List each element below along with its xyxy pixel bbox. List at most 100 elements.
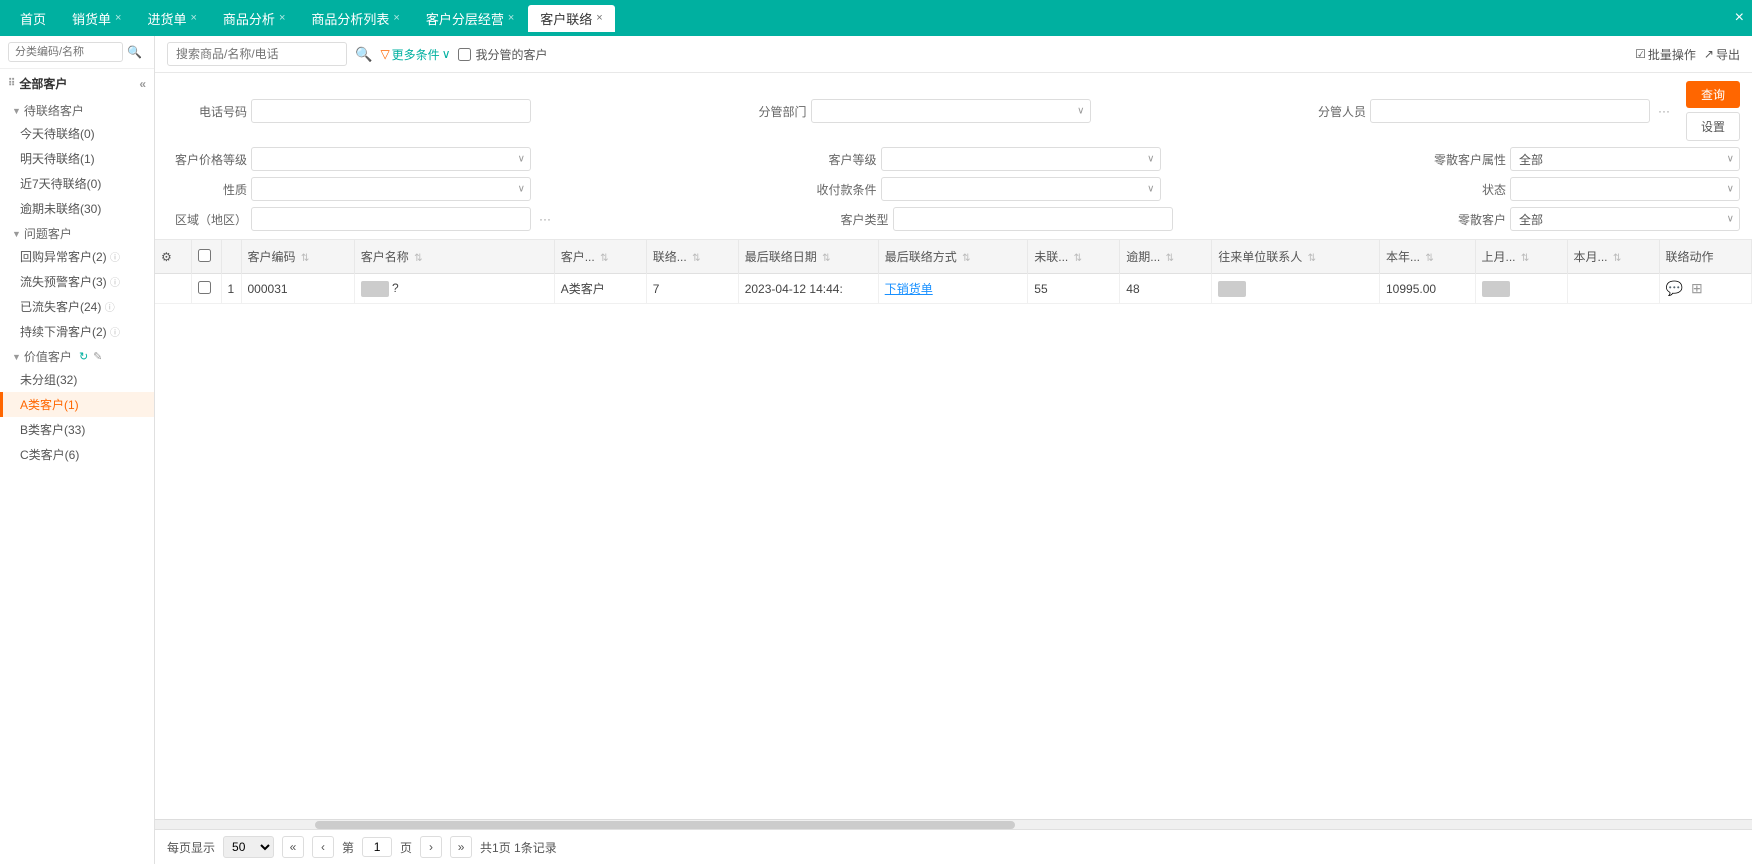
- col-this-month[interactable]: 本月... ⇅: [1567, 240, 1659, 274]
- dots-icon[interactable]: ···: [535, 212, 555, 226]
- dots-icon[interactable]: ···: [1654, 104, 1674, 118]
- row-last-method-cell[interactable]: 下销货单: [878, 274, 1028, 304]
- sidebar-item-today[interactable]: 今天待联络(0): [0, 121, 154, 146]
- customer-level-label: 客户等级: [797, 151, 877, 168]
- query-btn[interactable]: 查询: [1686, 81, 1740, 108]
- close-icon[interactable]: ×: [279, 12, 285, 24]
- collapse-icon[interactable]: «: [139, 77, 146, 91]
- row-action-cell[interactable]: 💬 ⊞: [1659, 274, 1752, 304]
- phone-input[interactable]: [251, 99, 531, 123]
- sidebar-item-overdue[interactable]: 逾期未联络(30): [0, 196, 154, 221]
- batch-action-btn[interactable]: ☑ 批量操作: [1635, 46, 1696, 63]
- retail-customer-select[interactable]: [1510, 207, 1740, 231]
- nav-tab-customer-contact[interactable]: 客户联络 ×: [528, 5, 614, 32]
- h-scrollbar[interactable]: [155, 819, 1752, 829]
- close-icon[interactable]: ×: [393, 12, 399, 24]
- sort-icon: ⇅: [1521, 253, 1529, 264]
- sidebar-item-churn-warning[interactable]: 流失预警客户(3) ⓘ: [0, 269, 154, 294]
- main-layout: 🔍 ⠿ 全部客户 « ▼ 待联络客户 今天待联络(0) 明天待联络(1) 近7天…: [0, 36, 1752, 864]
- sidebar-item-7days[interactable]: 近7天待联络(0): [0, 171, 154, 196]
- edit-icon[interactable]: ✎: [93, 350, 102, 363]
- sidebar-item-a-class[interactable]: A类客户(1): [0, 392, 154, 417]
- sidebar-item-declining[interactable]: 持续下滑客户(2) ⓘ: [0, 319, 154, 344]
- select-all-checkbox[interactable]: [198, 249, 211, 262]
- nav-tab-purchase[interactable]: 进货单 ×: [135, 5, 208, 32]
- more-filters-btn[interactable]: ▽ 更多条件 ∨: [380, 46, 450, 63]
- customer-type-input[interactable]: [893, 207, 1173, 231]
- table-area: ⚙ 客户编码 ⇅ 客户名称: [155, 240, 1752, 829]
- close-icon[interactable]: ×: [115, 12, 121, 24]
- col-checkbox[interactable]: [191, 240, 221, 274]
- my-customers-filter[interactable]: 我分管的客户: [458, 46, 547, 63]
- col-level[interactable]: 客户... ⇅: [554, 240, 646, 274]
- filter-icon: ▽: [380, 47, 389, 61]
- status-select[interactable]: [1510, 177, 1740, 201]
- sidebar-item-b-class[interactable]: B类客户(33): [0, 417, 154, 442]
- page-input[interactable]: [362, 837, 392, 857]
- col-overdue[interactable]: 逾期... ⇅: [1120, 240, 1212, 274]
- row-checkbox-cell[interactable]: [191, 274, 221, 304]
- nature-label: 性质: [167, 181, 247, 198]
- nav-tab-sales[interactable]: 销货单 ×: [60, 5, 133, 32]
- col-name[interactable]: 客户名称 ⇅: [354, 240, 554, 274]
- group-value[interactable]: ▼ 价值客户 ↻ ✎: [0, 344, 154, 367]
- app-root: 首页 销货单 × 进货单 × 商品分析 × 商品分析列表 × 客户分层经营 × …: [0, 0, 1752, 864]
- all-customers-header[interactable]: ⠿ 全部客户 «: [0, 69, 154, 98]
- col-last-method[interactable]: 最后联络方式 ⇅: [878, 240, 1028, 274]
- retail-attr-select[interactable]: [1510, 147, 1740, 171]
- col-settings[interactable]: ⚙: [155, 240, 191, 274]
- sidebar-item-repurchase-abnormal[interactable]: 回购异常客户(2) ⓘ: [0, 244, 154, 269]
- triangle-icon: ▼: [12, 229, 21, 239]
- payment-select[interactable]: [881, 177, 1161, 201]
- my-customers-checkbox[interactable]: [458, 48, 471, 61]
- sidebar-item-churned[interactable]: 已流失客户(24) ⓘ: [0, 294, 154, 319]
- price-level-select[interactable]: [251, 147, 531, 171]
- col-no-contact[interactable]: 未联... ⇅: [1028, 240, 1120, 274]
- col-unit-contact[interactable]: 往来单位联系人 ⇅: [1212, 240, 1380, 274]
- sidebar-item-tomorrow[interactable]: 明天待联络(1): [0, 146, 154, 171]
- next-page-btn[interactable]: ›: [420, 836, 442, 858]
- col-contact-count[interactable]: 联络... ⇅: [646, 240, 738, 274]
- close-all-icon[interactable]: ×: [1735, 9, 1744, 27]
- prev-page-btn[interactable]: ‹: [312, 836, 334, 858]
- qr-icon[interactable]: ⊞: [1691, 280, 1703, 297]
- filter-row-4: 区域（地区） ··· 客户类型 零散客户 ∨: [167, 207, 1740, 231]
- sidebar-item-c-class[interactable]: C类客户(6): [0, 442, 154, 467]
- nav-tab-analysis-list[interactable]: 商品分析列表 ×: [299, 5, 411, 32]
- row-this-month-cell: [1567, 274, 1659, 304]
- dept-select[interactable]: [811, 99, 1091, 123]
- refresh-icon[interactable]: ↻: [79, 350, 88, 363]
- main-search-icon[interactable]: 🔍: [355, 46, 372, 63]
- group-pending-contact[interactable]: ▼ 待联络客户: [0, 98, 154, 121]
- group-problem[interactable]: ▼ 问题客户: [0, 221, 154, 244]
- col-this-year[interactable]: 本年... ⇅: [1380, 240, 1476, 274]
- settings-btn[interactable]: 设置: [1686, 112, 1740, 141]
- first-page-btn[interactable]: «: [282, 836, 304, 858]
- nature-select[interactable]: [251, 177, 531, 201]
- sidebar-item-unclassified[interactable]: 未分组(32): [0, 367, 154, 392]
- main-search-input[interactable]: [167, 42, 347, 66]
- col-code[interactable]: 客户编码 ⇅: [241, 240, 354, 274]
- row-checkbox[interactable]: [198, 281, 211, 294]
- export-btn[interactable]: ↗ 导出: [1704, 46, 1740, 63]
- per-page-select[interactable]: 50 100 200: [223, 836, 274, 858]
- customer-level-select[interactable]: [881, 147, 1161, 171]
- col-last-month-label: 上月...: [1482, 250, 1516, 264]
- region-input[interactable]: [251, 207, 531, 231]
- close-icon[interactable]: ×: [190, 12, 196, 24]
- col-last-month[interactable]: 上月... ⇅: [1475, 240, 1567, 274]
- col-last-date[interactable]: 最后联络日期 ⇅: [738, 240, 878, 274]
- nav-tab-customer-segment[interactable]: 客户分层经营 ×: [414, 5, 526, 32]
- nav-tab-home[interactable]: 首页: [8, 5, 58, 32]
- settings-icon[interactable]: ⚙: [161, 250, 172, 264]
- sidebar-search-input[interactable]: [8, 42, 123, 62]
- last-method-link[interactable]: 下销货单: [885, 282, 933, 296]
- nav-tab-analysis[interactable]: 商品分析 ×: [211, 5, 297, 32]
- close-icon[interactable]: ×: [596, 12, 602, 24]
- last-page-btn[interactable]: »: [450, 836, 472, 858]
- message-icon[interactable]: 💬: [1666, 280, 1683, 297]
- h-scrollbar-thumb[interactable]: [315, 821, 1015, 829]
- close-icon[interactable]: ×: [508, 12, 514, 24]
- person-input[interactable]: [1370, 99, 1650, 123]
- sidebar-search-icon[interactable]: 🔍: [127, 45, 142, 59]
